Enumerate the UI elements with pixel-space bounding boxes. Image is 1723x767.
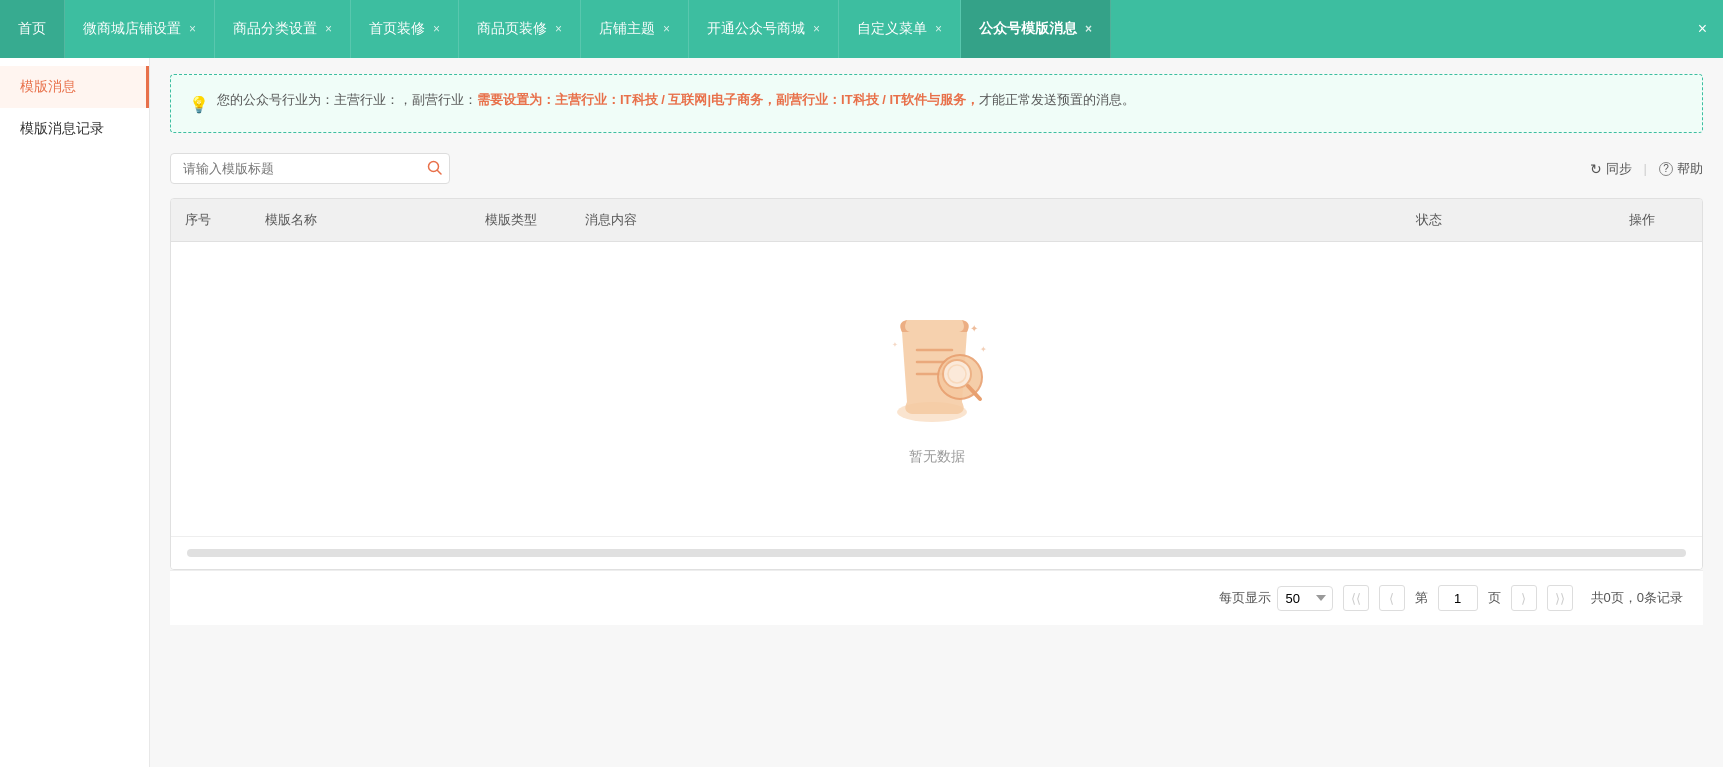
close-icon[interactable]: × [663, 22, 670, 36]
tab-home[interactable]: 首页 [0, 0, 65, 58]
sidebar: 模版消息 模版消息记录 [0, 58, 150, 767]
close-icon[interactable]: × [433, 22, 440, 36]
per-page-wrap: 每页显示 10 20 50 100 [1219, 586, 1333, 611]
tab-open-wechat-mall[interactable]: 开通公众号商城 × [689, 0, 839, 58]
first-page-button[interactable]: ⟨⟨ [1343, 585, 1369, 611]
top-nav: 首页 微商城店铺设置 × 商品分类设置 × 首页装修 × 商品页装修 × 店铺主… [0, 0, 1723, 58]
close-icon[interactable]: × [325, 22, 332, 36]
sync-icon: ↻ [1590, 161, 1602, 177]
total-info: 共0页，0条记录 [1591, 589, 1683, 607]
close-icon[interactable]: × [1085, 22, 1092, 36]
svg-line-1 [438, 170, 442, 174]
fake-scrollbar[interactable] [187, 549, 1686, 557]
prev-page-button[interactable]: ⟨ [1379, 585, 1405, 611]
data-table: 序号 模版名称 模版类型 消息内容 状态 操作 [170, 198, 1703, 570]
tab-homepage-decor[interactable]: 首页装修 × [351, 0, 459, 58]
toolbar-divider: | [1644, 161, 1647, 176]
th-seq: 序号 [171, 199, 251, 241]
close-icon[interactable]: × [813, 22, 820, 36]
page-input[interactable] [1438, 585, 1478, 611]
table-header: 序号 模版名称 模版类型 消息内容 状态 操作 [171, 199, 1702, 242]
next-page-button[interactable]: ⟩ [1511, 585, 1537, 611]
tab-shop-theme[interactable]: 店铺主题 × [581, 0, 689, 58]
last-page-button[interactable]: ⟩⟩ [1547, 585, 1573, 611]
sidebar-item-template-message[interactable]: 模版消息 [0, 66, 149, 108]
scrollbar-area[interactable] [171, 536, 1702, 569]
th-type: 模版类型 [471, 199, 571, 241]
search-button[interactable] [427, 160, 442, 178]
tab-category-settings[interactable]: 商品分类设置 × [215, 0, 351, 58]
tab-shop-settings[interactable]: 微商城店铺设置 × [65, 0, 215, 58]
sidebar-item-template-message-record[interactable]: 模版消息记录 [0, 108, 149, 150]
svg-text:✦: ✦ [892, 341, 898, 348]
global-close-button[interactable]: × [1698, 20, 1707, 38]
th-op: 操作 [1582, 199, 1702, 241]
tab-custom-menu[interactable]: 自定义菜单 × [839, 0, 961, 58]
help-icon: ? [1659, 162, 1673, 176]
th-name: 模版名称 [251, 199, 471, 241]
empty-illustration: ✦ ✦ ✦ [872, 302, 1002, 432]
content-area: 💡 您的公众号行业为：主营行业：，副营行业：需要设置为：主营行业：IT科技 / … [150, 58, 1723, 767]
empty-text: 暂无数据 [909, 448, 965, 466]
close-icon[interactable]: × [189, 22, 196, 36]
svg-text:✦: ✦ [980, 345, 987, 354]
help-button[interactable]: ? 帮助 [1659, 160, 1703, 178]
pagination: 每页显示 10 20 50 100 ⟨⟨ ⟨ 第 页 ⟩ ⟩⟩ 共0页，0条记录 [170, 570, 1703, 625]
svg-text:✦: ✦ [970, 323, 978, 334]
page-size-select[interactable]: 10 20 50 100 [1277, 586, 1333, 611]
search-input[interactable] [170, 153, 450, 184]
search-bar: ↻ 同步 | ? 帮助 [170, 153, 1703, 184]
search-input-wrap [170, 153, 450, 184]
close-icon[interactable]: × [555, 22, 562, 36]
th-status: 状态 [1402, 199, 1582, 241]
tab-template-message[interactable]: 公众号模版消息 × [961, 0, 1111, 58]
sync-button[interactable]: ↻ 同步 [1590, 160, 1632, 178]
light-icon: 💡 [189, 91, 209, 118]
empty-svg: ✦ ✦ ✦ [872, 302, 1002, 432]
toolbar-right: ↻ 同步 | ? 帮助 [1590, 160, 1703, 178]
notice-box: 💡 您的公众号行业为：主营行业：，副营行业：需要设置为：主营行业：IT科技 / … [170, 74, 1703, 133]
svg-point-7 [943, 360, 971, 388]
tab-product-decor[interactable]: 商品页装修 × [459, 0, 581, 58]
close-icon[interactable]: × [935, 22, 942, 36]
th-content: 消息内容 [571, 199, 1402, 241]
search-icon [427, 160, 442, 175]
main-layout: 模版消息 模版消息记录 💡 您的公众号行业为：主营行业：，副营行业：需要设置为：… [0, 58, 1723, 767]
empty-state: ✦ ✦ ✦ 暂无数据 [171, 242, 1702, 536]
